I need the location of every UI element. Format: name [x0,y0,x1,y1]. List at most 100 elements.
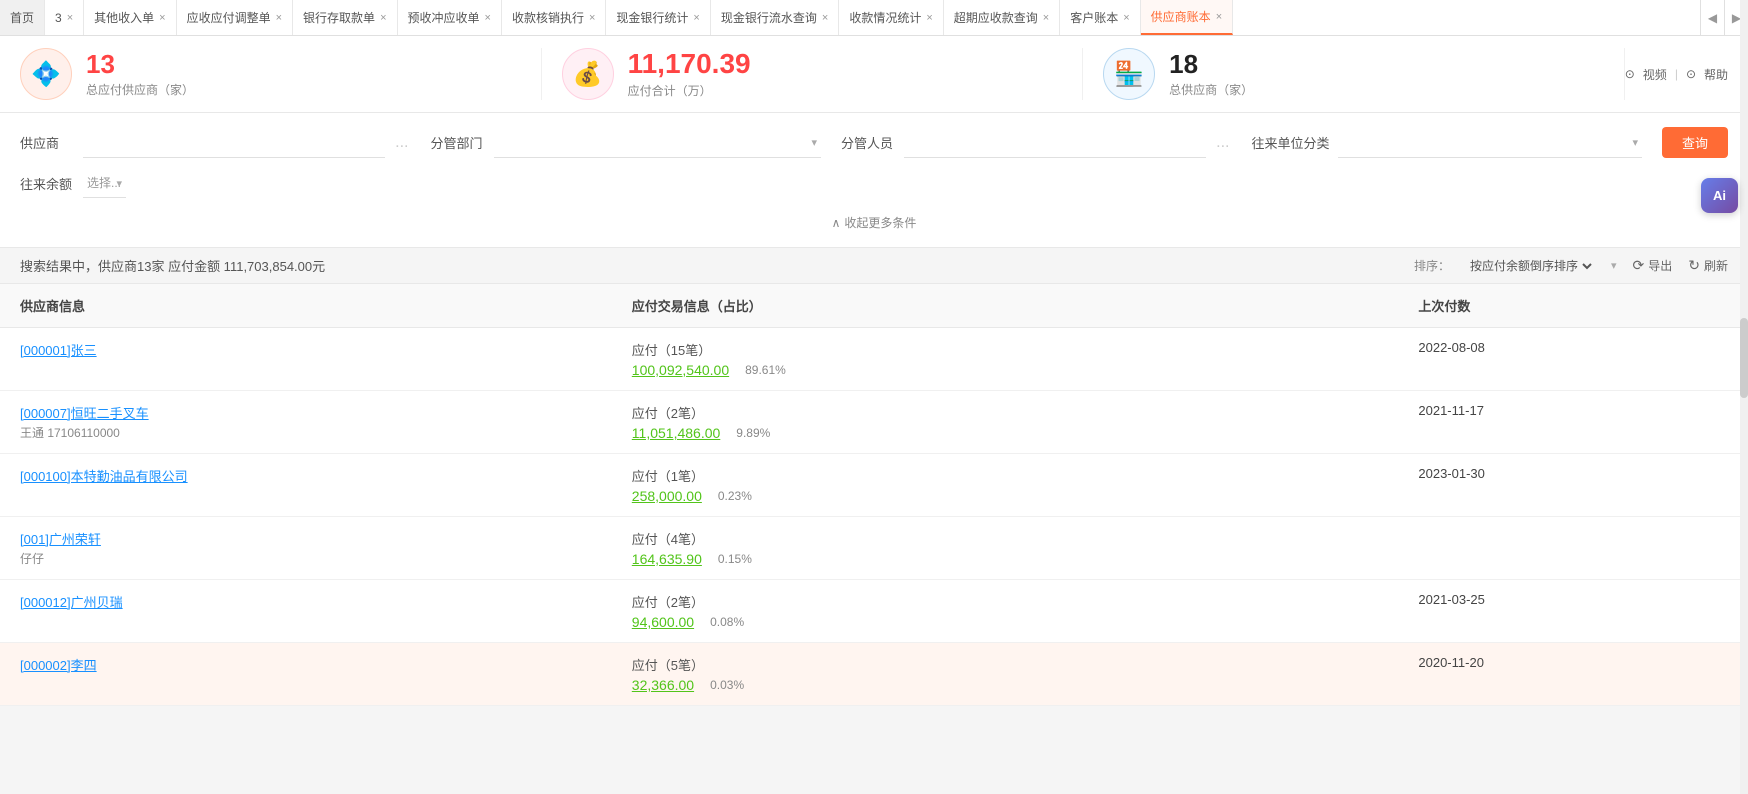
nav-tab-bank-deposit[interactable]: 银行存取款单 × [293,0,397,35]
nav-prev-arrow[interactable]: ◀ [1700,0,1724,36]
supplier-more-icon[interactable]: ... [393,134,410,152]
nav-tab-other-income[interactable]: 其他收入单 × [84,0,176,35]
supplier-sub-3: 仔仔 [20,550,592,567]
payable-suppliers-icon: 💠 [20,48,72,100]
amount-2[interactable]: 258,000.00 [632,488,702,504]
balance-select[interactable]: 选择... [83,168,126,198]
close-t3-tab[interactable]: × [67,12,73,24]
results-summary: 搜索结果中，供应商13家 应付金额 111,703,854.00元 [20,256,325,275]
nav-tab-supplier-account[interactable]: 供应商账本 × [1141,0,1233,35]
trans-info-cell-0: 应付（15笔）100,092,540.0089.61% [612,328,1399,391]
balance-filter-item: 往来余额 选择... ▾ [20,168,126,198]
video-icon: ⊙ [1625,67,1635,81]
close-customer-account-tab[interactable]: × [1123,12,1129,24]
category-select[interactable] [1338,128,1642,158]
nav-tab-prepay-offset[interactable]: 预收冲应收单 × [398,0,502,35]
stats-bar: 💠 13 总应付供应商（家） 💰 11,170.39 应付合计（万） 🏪 18 … [0,36,1748,113]
total-suppliers-icon: 🏪 [1103,48,1155,100]
supplier-info-cell-4: [000012]广州贝瑞 [0,580,612,643]
sort-label: 排序： [1414,257,1450,274]
trans-label-5: 应付（5笔） [632,655,1379,674]
nav-tab-receipt-stat[interactable]: 收款情况统计 × [839,0,943,35]
trans-info-cell-5: 应付（5笔） 32,366.00 0.03% [612,643,1399,706]
scrollbar-thumb[interactable] [1740,318,1748,398]
trans-info-cell-4: 应付（2笔）94,600.000.08% [612,580,1399,643]
last-payment-cell-3 [1398,517,1748,580]
refresh-button[interactable]: ↻ 刷新 [1688,257,1728,274]
scrollbar-track[interactable] [1740,0,1748,794]
nav-tab-ar-ap-adjust[interactable]: 应收应付调整单 × [177,0,293,35]
nav-tab-home[interactable]: 首页 [0,0,45,35]
supplier-input[interactable] [83,128,385,158]
dept-filter-item: 分管部门 ▾ [431,128,822,158]
close-cash-bank-flow-tab[interactable]: × [822,12,828,24]
amount-3[interactable]: 164,635.90 [632,551,702,567]
close-cash-bank-stat-tab[interactable]: × [693,12,699,24]
supplier-filter-item: 供应商 ... [20,128,411,158]
table-row: [000012]广州贝瑞 应付（2笔）94,600.000.08%2021-03-… [0,580,1748,643]
last-payment-cell-0: 2022-08-08 [1398,328,1748,391]
filter-area: 供应商 ... 分管部门 ▾ 分管人员 ... 往来单位分类 [0,113,1748,248]
nav-tab-cash-bank-flow[interactable]: 现金银行流水查询 × [711,0,839,35]
last-payment-cell-1: 2021-11-17 [1398,391,1748,454]
amount-4[interactable]: 94,600.00 [632,614,694,630]
table-header-row: 供应商信息 应付交易信息（占比） 上次付数 [0,284,1748,328]
close-receipt-verify-tab[interactable]: × [589,12,595,24]
supplier-info-cell-2: [000100]本特勤油品有限公司 [0,454,612,517]
trans-info-cell-1: 应付（2笔）11,051,486.009.89% [612,391,1399,454]
help-link[interactable]: 帮助 [1704,66,1728,83]
amount-5[interactable]: 32,366.00 [632,677,694,693]
supplier-link-4[interactable]: [000012]广州贝瑞 [20,595,123,610]
amount-1[interactable]: 11,051,486.00 [632,425,721,441]
amount-0[interactable]: 100,092,540.00 [632,362,729,378]
nav-tab-overdue-query[interactable]: 超期应收款查询 × [944,0,1060,35]
export-button[interactable]: ⟳ 导出 [1633,257,1673,274]
dept-select[interactable] [494,128,822,158]
trans-label-1: 应付（2笔） [632,403,1379,422]
last-payment-cell-2: 2023-01-30 [1398,454,1748,517]
supplier-info-cell-1: [000007]恒旺二手叉车王通 17106110000 [0,391,612,454]
supplier-link-0[interactable]: [000001]张三 [20,343,97,358]
collapse-button[interactable]: ∧ 收起更多条件 [20,208,1728,237]
nav-tab-t3[interactable]: 3 × [45,0,84,35]
trans-label-3: 应付（4笔） [632,529,1379,548]
th-supplier-info: 供应商信息 [0,284,612,328]
close-other-income-tab[interactable]: × [159,12,165,24]
close-supplier-account-tab[interactable]: × [1216,11,1222,23]
supplier-info-cell-3: [001]广州荣轩仔仔 [0,517,612,580]
person-filter-item: 分管人员 ... [841,128,1232,158]
sort-select[interactable]: 按应付余额倒序排序 [1466,258,1595,274]
trans-info-cell-3: 应付（4笔）164,635.900.15% [612,517,1399,580]
nav-tab-customer-account[interactable]: 客户账本 × [1060,0,1140,35]
th-trans-info: 应付交易信息（占比） [612,284,1399,328]
nav-tab-receipt-verify[interactable]: 收款核销执行 × [502,0,606,35]
last-payment-cell-5: 2020-11-20 [1398,643,1748,706]
ai-assistant-button[interactable]: Ai [1701,178,1738,213]
supplier-link-3[interactable]: [001]广州荣轩 [20,532,101,547]
close-ar-ap-adjust-tab[interactable]: × [276,12,282,24]
collapse-label: 收起更多条件 [844,214,916,231]
supplier-link-5[interactable]: [000002]李四 [20,658,97,673]
total-suppliers-label: 总供应商（家） [1169,81,1253,98]
query-button[interactable]: 查询 [1662,127,1728,158]
close-receipt-stat-tab[interactable]: × [926,12,932,24]
trans-label-2: 应付（1笔） [632,466,1379,485]
close-prepay-offset-tab[interactable]: × [485,12,491,24]
supplier-link-1[interactable]: [000007]恒旺二手叉车 [20,406,149,421]
last-payment-cell-4: 2021-03-25 [1398,580,1748,643]
person-input[interactable] [904,128,1206,158]
close-bank-deposit-tab[interactable]: × [380,12,386,24]
supplier-link-2[interactable]: [000100]本特勤油品有限公司 [20,469,188,484]
payable-total-label: 应付合计（万） [628,82,751,99]
close-overdue-query-tab[interactable]: × [1043,12,1049,24]
payable-total-number: 11,170.39 [628,50,751,78]
person-more-icon[interactable]: ... [1214,134,1231,152]
nav-tab-cash-bank-stat[interactable]: 现金银行统计 × [606,0,710,35]
results-actions: 排序： 按应付余额倒序排序 ▾ ⟳ 导出 ↻ 刷新 [1414,257,1728,274]
supplier-sub-1: 王通 17106110000 [20,424,592,441]
stat-payable-suppliers: 💠 13 总应付供应商（家） [20,48,542,100]
supplier-table-container: 供应商信息 应付交易信息（占比） 上次付数 [000001]张三 应付（15笔）1… [0,284,1748,706]
person-filter-label: 分管人员 [841,133,896,152]
video-link[interactable]: 视频 [1643,66,1667,83]
percent-5: 0.03% [710,678,744,692]
